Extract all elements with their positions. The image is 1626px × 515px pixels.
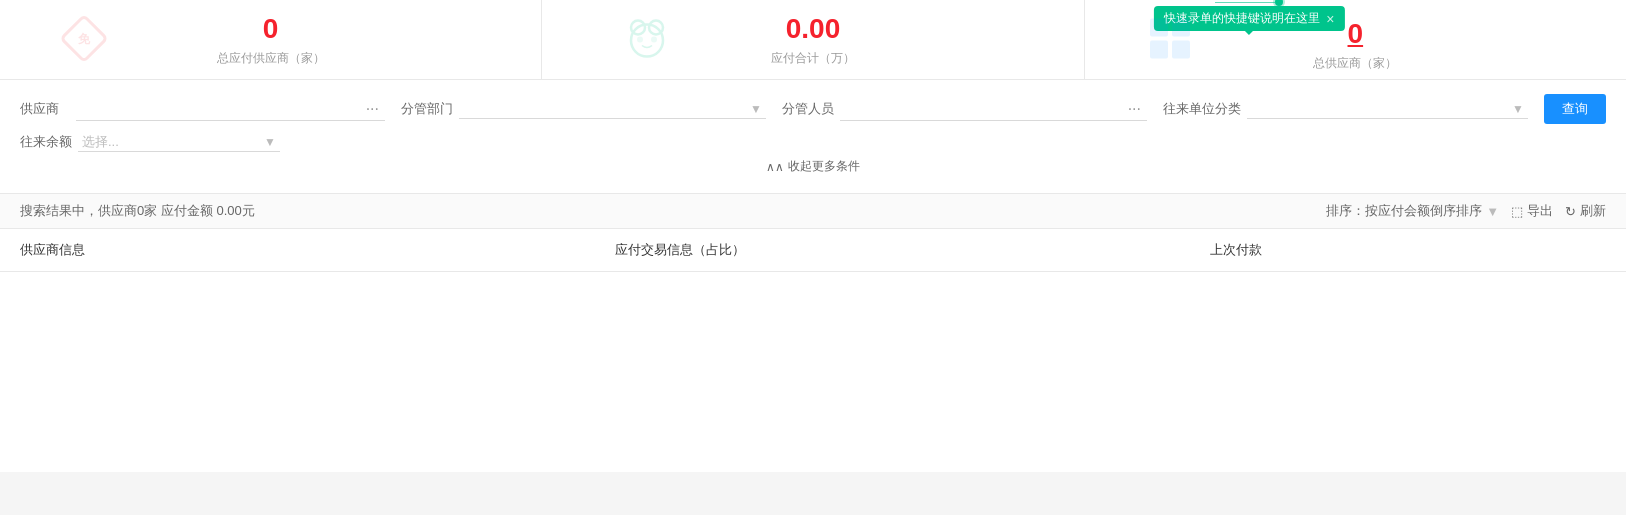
- filter-unit-category-chevron-icon: ▼: [1512, 102, 1524, 116]
- filter-supplier-input-wrapper: ···: [76, 98, 385, 121]
- filter-unit-category: 往来单位分类 ▼: [1163, 99, 1528, 119]
- filter-person-ellipsis-button[interactable]: ···: [1126, 100, 1143, 118]
- collapse-label: 收起更多条件: [788, 158, 860, 175]
- stat-total-payable-suppliers: 免 0 总应付供应商（家）: [0, 0, 542, 79]
- filter-balance: 往来余额 ▼: [20, 132, 280, 152]
- svg-rect-10: [1172, 40, 1190, 58]
- stat-number-payable-suppliers: 0: [263, 12, 279, 46]
- sort-label: 排序：按应付会额倒序排序: [1326, 202, 1482, 220]
- svg-point-2: [631, 24, 663, 56]
- svg-rect-7: [1150, 18, 1168, 36]
- filter-department-label: 分管部门: [401, 100, 453, 118]
- stats-bar: 免 0 总应付供应商（家） 0.00 应付合计（万）: [0, 0, 1626, 80]
- stat-number-payable-total: 0.00: [786, 12, 841, 46]
- column-transaction-info: 应付交易信息（占比）: [615, 241, 1210, 259]
- filter-supplier-input[interactable]: [80, 101, 364, 116]
- refresh-icon: ↻: [1565, 204, 1576, 219]
- stat-label-total-suppliers: 总供应商（家）: [1313, 55, 1397, 72]
- column-last-payment: 上次付款: [1210, 241, 1607, 259]
- filter-department-chevron-icon: ▼: [750, 102, 762, 116]
- filter-supplier-ellipsis-button[interactable]: ···: [364, 100, 381, 118]
- svg-point-6: [651, 36, 657, 42]
- table-body: [0, 272, 1626, 472]
- collapse-up-icon: ∧∧: [766, 160, 784, 174]
- filter-person-label: 分管人员: [782, 100, 834, 118]
- filter-department-input-wrapper: ▼: [459, 99, 766, 119]
- export-icon: ⬚: [1511, 204, 1523, 219]
- filter-unit-category-input[interactable]: [1251, 101, 1512, 116]
- filter-person-input-wrapper: ···: [840, 98, 1147, 121]
- filter-person-input[interactable]: [844, 101, 1126, 116]
- tooltip-line: [1215, 2, 1275, 3]
- collapse-row: ∧∧ 收起更多条件: [20, 152, 1606, 185]
- stat-total-suppliers: 快速录单的快捷键说明在这里 × 0 总供应商（家）: [1085, 0, 1626, 79]
- filter-balance-label: 往来余额: [20, 133, 72, 151]
- stat-payable-total: 0.00 应付合计（万）: [542, 0, 1084, 79]
- filter-balance-input[interactable]: [82, 134, 264, 149]
- stat-label-payable-total: 应付合计（万）: [771, 50, 855, 67]
- collapse-button[interactable]: ∧∧ 收起更多条件: [766, 158, 860, 175]
- result-bar: 搜索结果中，供应商0家 应付金额 0.00元 排序：按应付会额倒序排序 ▼ ⬚ …: [0, 194, 1626, 229]
- stat-label-payable-suppliers: 总应付供应商（家）: [217, 50, 325, 67]
- sort-chevron-icon: ▼: [1486, 204, 1499, 219]
- result-actions: 排序：按应付会额倒序排序 ▼ ⬚ 导出 ↻ 刷新: [1326, 202, 1606, 220]
- filter-supplier-label: 供应商: [20, 100, 70, 118]
- svg-text:免: 免: [77, 31, 91, 45]
- column-supplier-info: 供应商信息: [20, 241, 615, 259]
- refresh-label: 刷新: [1580, 202, 1606, 220]
- filter-unit-category-label: 往来单位分类: [1163, 100, 1241, 118]
- export-button[interactable]: ⬚ 导出: [1511, 202, 1553, 220]
- tooltip-close-button[interactable]: ×: [1326, 12, 1334, 26]
- filter-unit-category-input-wrapper: ▼: [1247, 99, 1528, 119]
- filter-person: 分管人员 ···: [782, 98, 1147, 121]
- table-header: 供应商信息 应付交易信息（占比） 上次付款: [0, 229, 1626, 272]
- export-label: 导出: [1527, 202, 1553, 220]
- svg-point-5: [637, 36, 643, 42]
- filter-area: 供应商 ··· 分管部门 ▼ 分管人员 ··· 往来单位分类: [0, 80, 1626, 194]
- svg-rect-8: [1172, 18, 1190, 36]
- sort-select[interactable]: 排序：按应付会额倒序排序 ▼: [1326, 202, 1499, 220]
- svg-rect-9: [1150, 40, 1168, 58]
- filter-department: 分管部门 ▼: [401, 99, 766, 119]
- filter-balance-chevron-icon: ▼: [264, 135, 276, 149]
- refresh-button[interactable]: ↻ 刷新: [1565, 202, 1606, 220]
- result-info-text: 搜索结果中，供应商0家 应付金额 0.00元: [20, 202, 255, 220]
- stat-number-total-suppliers: 0: [1348, 17, 1364, 51]
- filter-balance-input-wrapper: ▼: [78, 132, 280, 152]
- filter-department-input[interactable]: [463, 101, 750, 116]
- filter-supplier: 供应商 ···: [20, 98, 385, 121]
- search-button[interactable]: 查询: [1544, 94, 1606, 124]
- filter-row-2: 往来余额 ▼: [20, 132, 1606, 152]
- filter-row-1: 供应商 ··· 分管部门 ▼ 分管人员 ··· 往来单位分类: [20, 94, 1606, 124]
